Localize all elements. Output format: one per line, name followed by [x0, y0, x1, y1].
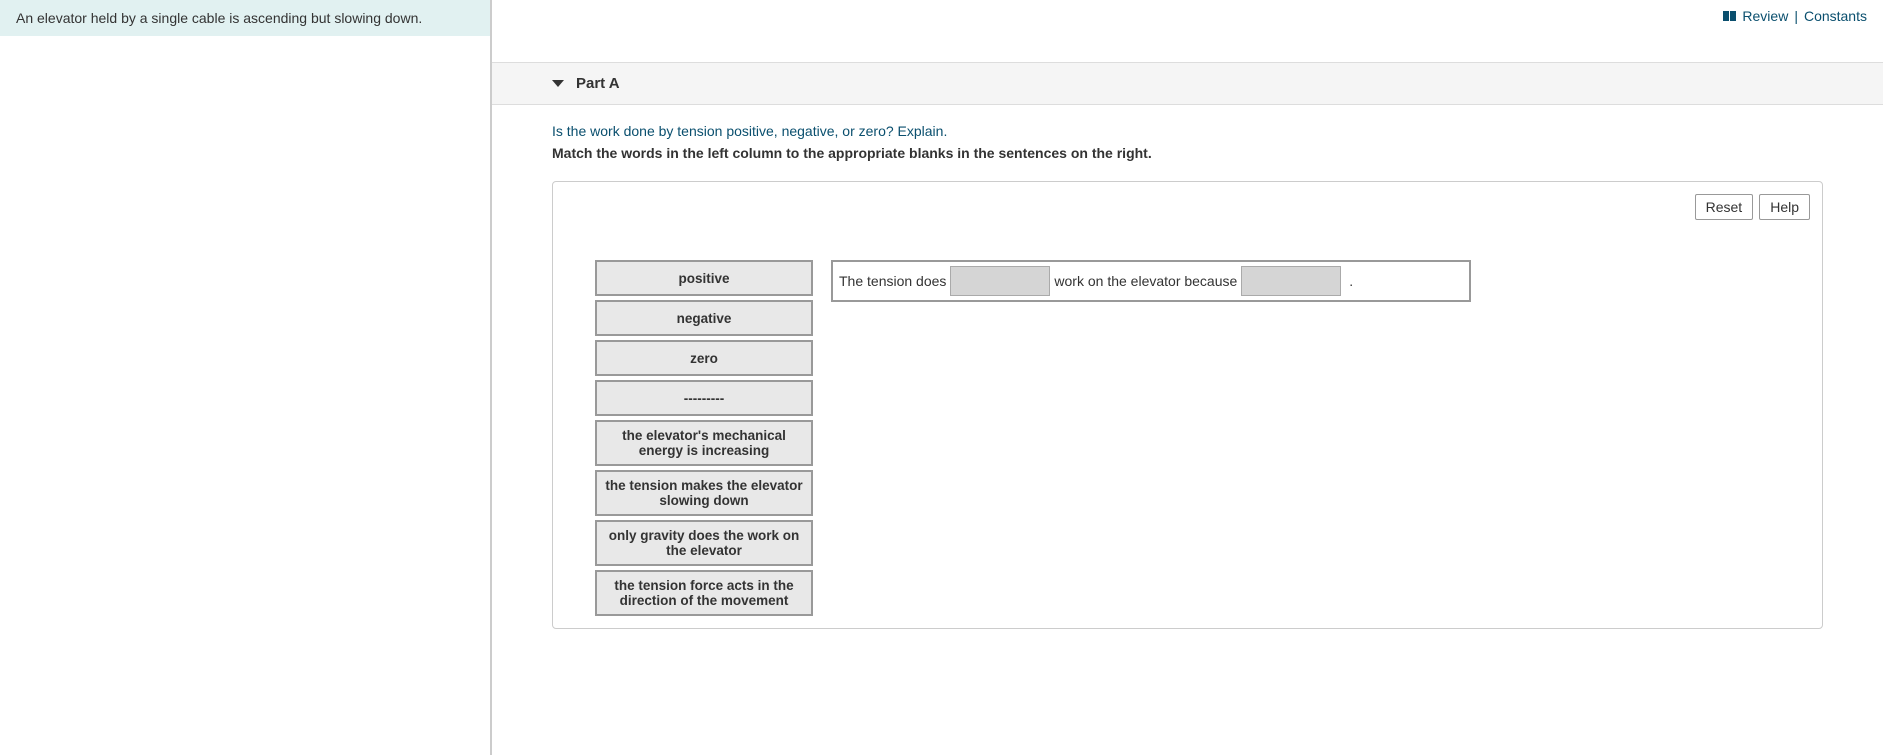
top-links: Review | Constants [492, 0, 1883, 32]
question-text: Is the work done by tension positive, ne… [552, 123, 1823, 139]
word-item-negative[interactable]: negative [595, 300, 813, 336]
word-item-positive[interactable]: positive [595, 260, 813, 296]
separator: | [1794, 8, 1798, 24]
sentence-part2: work on the elevator because [1054, 273, 1237, 289]
part-header[interactable]: Part A [492, 62, 1883, 105]
sentence-box: The tension does work on the elevator be… [831, 260, 1471, 302]
instructions-text: Match the words in the left column to th… [552, 145, 1823, 161]
part-title: Part A [576, 75, 620, 92]
activity-box: Reset Help positive negative zero ------… [552, 181, 1823, 629]
word-item-only-gravity[interactable]: only gravity does the work on the elevat… [595, 520, 813, 566]
review-link[interactable]: Review [1742, 8, 1788, 24]
constants-link[interactable]: Constants [1804, 8, 1867, 24]
blank-1[interactable] [950, 266, 1050, 296]
app-container: An elevator held by a single cable is as… [0, 0, 1883, 755]
problem-statement: An elevator held by a single cable is as… [0, 0, 490, 36]
activity-header: Reset Help [565, 194, 1810, 220]
word-item-zero[interactable]: zero [595, 340, 813, 376]
word-bank: positive negative zero --------- the ele… [595, 260, 813, 616]
part-body: Is the work done by tension positive, ne… [492, 105, 1883, 647]
blank-2[interactable] [1241, 266, 1341, 296]
collapse-arrow-icon [552, 80, 564, 87]
sentence-end: . [1349, 273, 1353, 289]
word-item-direction-movement[interactable]: the tension force acts in the direction … [595, 570, 813, 616]
word-item-mechanical-energy[interactable]: the elevator's mechanical energy is incr… [595, 420, 813, 466]
right-panel: Review | Constants Part A Is the work do… [490, 0, 1883, 755]
reset-button[interactable]: Reset [1695, 194, 1754, 220]
sentence-part1: The tension does [839, 273, 946, 289]
word-item-slowing-down[interactable]: the tension makes the elevator slowing d… [595, 470, 813, 516]
book-icon [1723, 11, 1736, 21]
left-panel: An elevator held by a single cable is as… [0, 0, 490, 755]
activity-content: positive negative zero --------- the ele… [565, 260, 1810, 616]
help-button[interactable]: Help [1759, 194, 1810, 220]
word-item-divider[interactable]: --------- [595, 380, 813, 416]
